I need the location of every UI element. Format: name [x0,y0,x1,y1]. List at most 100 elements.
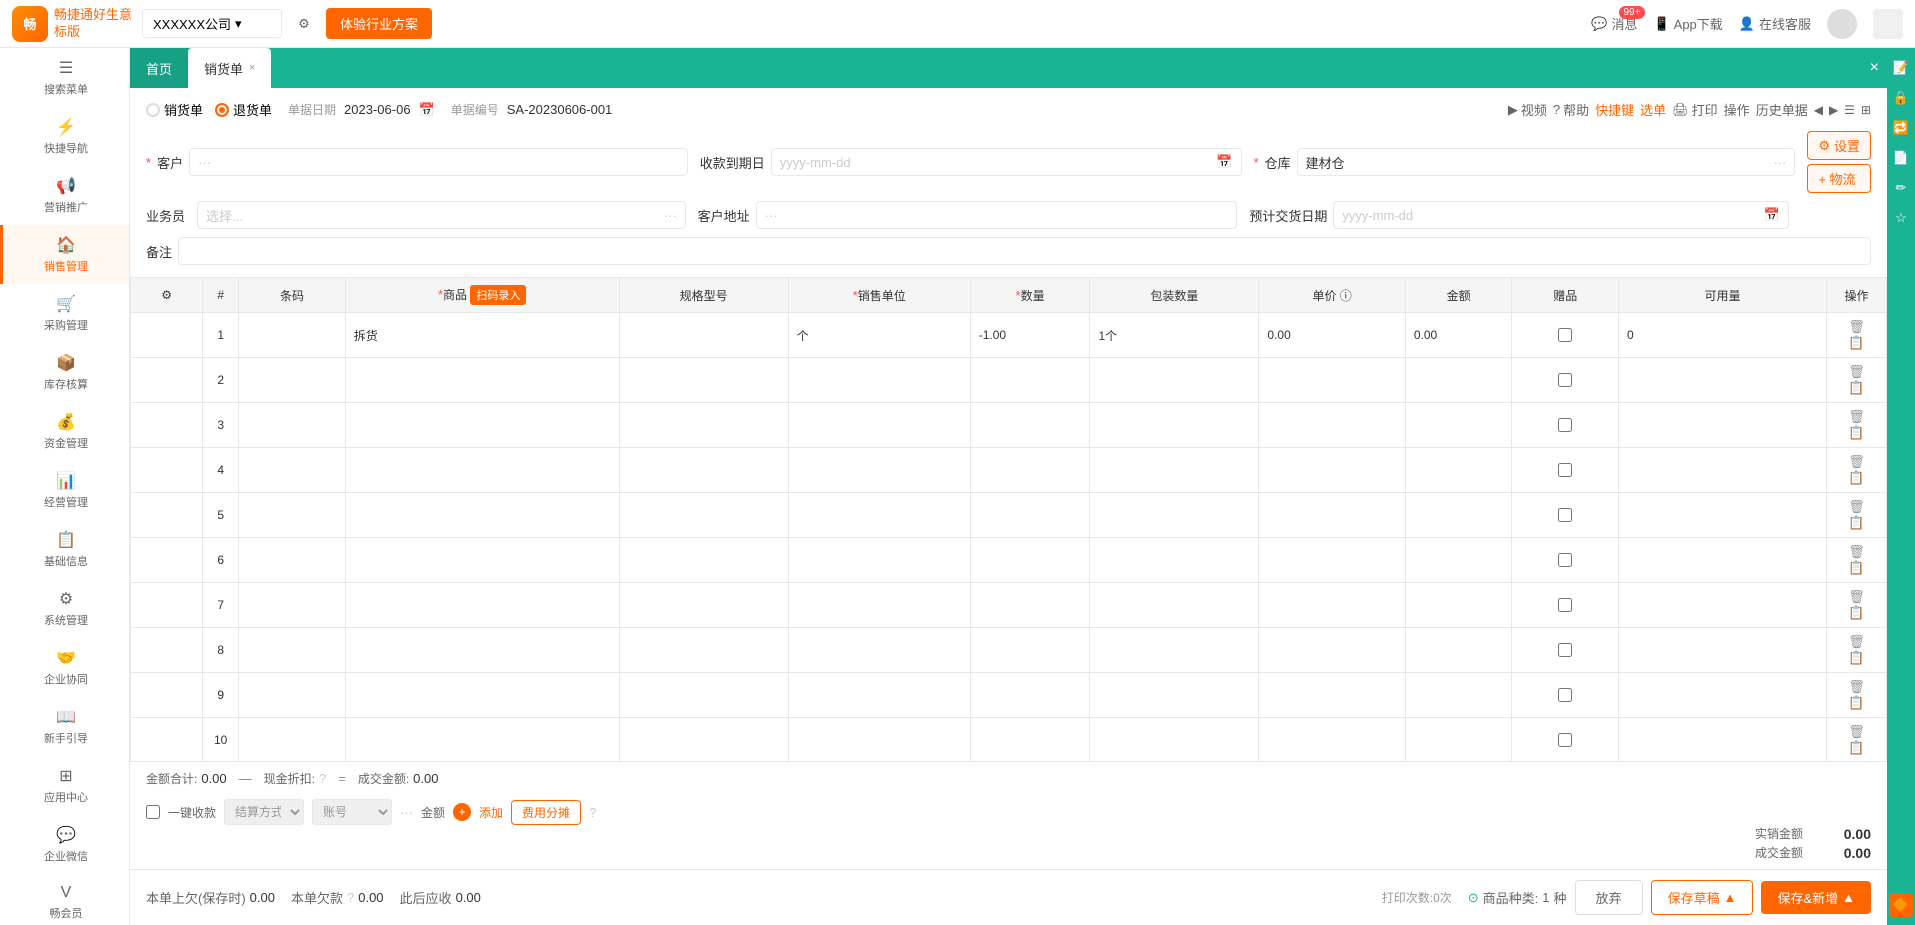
copy-icon[interactable]: 📋 [1848,695,1864,710]
online-service-btn[interactable]: 👤 在线客服 [1739,14,1811,33]
gift-checkbox[interactable] [1558,688,1572,702]
delivery-date-input[interactable]: yyyy-mm-dd 📅 [1333,201,1789,229]
sidebar-item-wechat[interactable]: 💬 企业微信 [0,815,129,874]
gift-checkbox[interactable] [1558,598,1572,612]
delete-icon[interactable]: 🗑 [1848,544,1865,559]
gift-checkbox[interactable] [1558,508,1572,522]
gift-checkbox[interactable] [1558,553,1572,567]
add-payment-btn[interactable]: + [453,803,471,821]
prev-record-btn[interactable]: ◀ [1814,103,1823,117]
company-selector[interactable]: XXXXXX公司 ▾ [142,9,282,38]
save-new-btn[interactable]: 保存&新增 ▲ [1761,881,1871,914]
sidebar-item-purchase[interactable]: 🛒 采购管理 [0,284,129,343]
radio-sale[interactable]: 销货单 [146,100,203,119]
logistics-btn[interactable]: + 物流 [1807,164,1871,193]
close-all-tabs-icon[interactable]: × [1870,59,1879,77]
due-date-input[interactable]: yyyy-mm-dd 📅 [771,148,1242,176]
print-btn[interactable]: 🖨 打印 [1672,100,1718,119]
delete-icon[interactable]: 🗑 [1848,499,1865,514]
app-download-btn[interactable]: 📱 App下载 [1653,14,1722,33]
delete-icon[interactable]: 🗑 [1848,454,1865,469]
user-menu[interactable] [1873,9,1903,39]
sidebar-item-guide[interactable]: 📖 新手引导 [0,697,129,756]
next-record-btn[interactable]: ▶ [1829,103,1838,117]
copy-icon[interactable]: 📋 [1848,740,1864,755]
sidebar-item-vip[interactable]: V 畅会员 [0,874,129,925]
copy-icon[interactable]: 📋 [1848,560,1864,575]
delete-icon[interactable]: 🗑 [1848,679,1865,694]
sidebar-item-search[interactable]: ☰ 搜索菜单 [0,48,129,107]
operate-btn[interactable]: 操作 [1724,100,1750,119]
copy-icon[interactable]: 📋 [1848,470,1864,485]
sidebar-item-marketing[interactable]: 📢 营销推广 [0,166,129,225]
notes-input[interactable] [178,237,1871,265]
shortcut-btn[interactable]: 快捷键 [1595,100,1634,119]
sidebar-item-quick-nav[interactable]: ⚡ 快捷导航 [0,107,129,166]
sidebar-item-finance[interactable]: 💰 资金管理 [0,402,129,461]
amount-dots[interactable]: ··· [400,805,413,820]
right-panel-doc-icon[interactable]: 📄 [1889,146,1913,170]
sidebar-item-app-center[interactable]: ⊞ 应用中心 [0,756,129,815]
salesman-input[interactable]: 选择... ··· [197,201,686,229]
onepay-checkbox[interactable] [146,805,160,819]
scan-btn[interactable]: 扫码录入 [470,285,526,305]
gift-checkbox[interactable] [1558,733,1572,747]
sidebar-item-basic[interactable]: 📋 基础信息 [0,520,129,579]
copy-icon[interactable]: 📋 [1848,380,1864,395]
gift-checkbox[interactable] [1558,463,1572,477]
gift-checkbox[interactable] [1558,328,1572,342]
copy-icon[interactable]: 📋 [1848,425,1864,440]
right-panel-refresh-icon[interactable]: 🔁 [1889,116,1913,140]
delete-icon[interactable]: 🗑 [1848,409,1865,424]
tab-home[interactable]: 首页 [130,48,188,88]
copy-icon[interactable]: 📋 [1848,515,1864,530]
right-panel-note-icon[interactable]: 📝 [1889,56,1913,80]
right-panel-orange-icon[interactable]: 🔶 [1889,893,1913,917]
trial-button[interactable]: 体验行业方案 [326,8,432,39]
grid-view-btn[interactable]: ⊞ [1861,103,1871,117]
settings-icon[interactable]: ⚙ [290,10,318,38]
sidebar-item-inventory[interactable]: 📦 库存核算 [0,343,129,402]
sidebar-item-enterprise[interactable]: 🤝 企业协同 [0,638,129,697]
copy-icon[interactable]: 📋 [1848,335,1864,350]
discard-btn[interactable]: 放弃 [1575,880,1643,915]
copy-icon[interactable]: 📋 [1848,650,1864,665]
sidebar-item-system[interactable]: ⚙ 系统管理 [0,579,129,638]
sidebar-item-operations[interactable]: 📊 经营管理 [0,461,129,520]
expense-btn[interactable]: 费用分摊 [511,800,581,825]
right-panel-lock-icon[interactable]: 🔒 [1889,86,1913,110]
list-view-btn[interactable]: ☰ [1844,103,1855,117]
date-calendar-icon[interactable]: 📅 [419,102,435,118]
radio-return[interactable]: 退货单 [215,100,272,119]
delivery-calendar-icon[interactable]: 📅 [1764,207,1780,223]
help-btn[interactable]: ? 帮助 [1553,100,1589,119]
gift-checkbox[interactable] [1558,418,1572,432]
message-btn[interactable]: 💬 消息 99+ [1591,14,1637,33]
gift-checkbox[interactable] [1558,373,1572,387]
delete-icon[interactable]: 🗑 [1848,634,1865,649]
delete-icon[interactable]: 🗑 [1848,724,1865,739]
account-select[interactable]: 账号 [312,799,392,825]
sidebar-item-sales[interactable]: 🏠 销售管理 [0,225,129,284]
gift-checkbox[interactable] [1558,643,1572,657]
right-panel-star-icon[interactable]: ☆ [1889,206,1913,230]
due-date-calendar-icon[interactable]: 📅 [1216,154,1232,170]
copy-icon[interactable]: 📋 [1848,605,1864,620]
customer-addr-input[interactable]: ··· [756,201,1238,229]
right-panel-edit-icon[interactable]: ✏ [1889,176,1913,200]
warehouse-input[interactable]: 建材仓 ··· [1297,148,1796,176]
select-btn[interactable]: 选单 [1640,100,1666,119]
tab-close-icon[interactable]: × [249,62,255,74]
settlement-select[interactable]: 结算方式 [224,799,304,825]
delete-icon[interactable]: 🗑 [1848,319,1865,334]
settings-btn[interactable]: ⚙ 设置 [1807,131,1871,160]
avatar[interactable] [1827,9,1857,39]
delete-icon[interactable]: 🗑 [1848,589,1865,604]
tab-sale-order[interactable]: 销货单 × [188,48,271,88]
th-settings[interactable]: ⚙ [131,278,203,313]
delete-icon[interactable]: 🗑 [1848,364,1865,379]
save-draft-btn[interactable]: 保存草稿 ▲ [1651,880,1754,915]
history-btn[interactable]: 历史单据 [1756,100,1808,119]
customer-input[interactable]: ··· [189,148,688,176]
video-btn[interactable]: ▶ 视频 [1508,100,1547,119]
